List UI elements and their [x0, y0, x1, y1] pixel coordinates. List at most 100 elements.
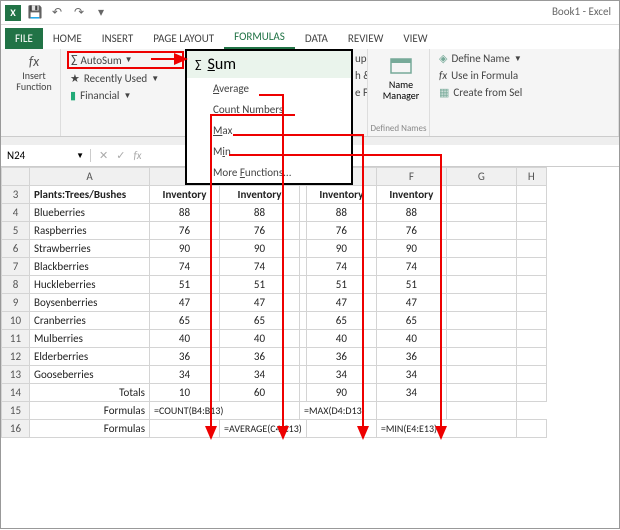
qat-more-button[interactable]: ▾: [93, 5, 109, 21]
autosum-dropdown-average[interactable]: Average: [187, 78, 351, 99]
cell[interactable]: Inventory: [150, 186, 220, 204]
tab-view[interactable]: VIEW: [393, 28, 437, 49]
cell[interactable]: 76: [220, 222, 300, 240]
cell[interactable]: =AVERAGE(C4:C13): [220, 420, 307, 438]
col-header-h[interactable]: H: [516, 168, 546, 186]
cell[interactable]: 34: [376, 366, 446, 384]
financial-button[interactable]: ▮ Financial ▼: [67, 88, 184, 103]
tab-file[interactable]: FILE: [5, 28, 43, 49]
recently-used-button[interactable]: ★ Recently Used ▼: [67, 71, 184, 86]
cell[interactable]: [446, 258, 516, 276]
name-manager-button[interactable]: Name Manager: [374, 51, 428, 101]
cell[interactable]: 88: [306, 204, 376, 222]
cell[interactable]: [516, 384, 546, 402]
cell[interactable]: [446, 384, 516, 402]
cell[interactable]: [299, 258, 306, 276]
cell[interactable]: 36: [376, 348, 446, 366]
cell[interactable]: [299, 384, 306, 402]
cell[interactable]: [516, 330, 546, 348]
cell[interactable]: 65: [220, 312, 300, 330]
tab-insert[interactable]: INSERT: [92, 28, 144, 49]
cell[interactable]: 90: [306, 384, 376, 402]
cell[interactable]: 74: [376, 258, 446, 276]
autosum-dropdown-sum[interactable]: ∑ Sum: [187, 51, 351, 78]
autosum-dropdown-min[interactable]: Min: [187, 141, 351, 162]
worksheet[interactable]: A E F G H 3Plants:Trees/BushesInventoryI…: [1, 167, 619, 438]
cell[interactable]: 10: [150, 384, 220, 402]
cell[interactable]: [516, 294, 546, 312]
cell[interactable]: Blackberries: [30, 258, 150, 276]
cell[interactable]: 90: [306, 240, 376, 258]
cell[interactable]: Inventory: [306, 186, 376, 204]
col-header-f[interactable]: F: [376, 168, 446, 186]
cell[interactable]: [446, 240, 516, 258]
tab-data[interactable]: DATA: [295, 28, 338, 49]
cell[interactable]: 65: [306, 312, 376, 330]
row-header[interactable]: 9: [2, 294, 30, 312]
cell[interactable]: [306, 420, 376, 438]
cell[interactable]: 51: [376, 276, 446, 294]
row-header[interactable]: 16: [2, 420, 30, 438]
cell[interactable]: 90: [220, 240, 300, 258]
cell[interactable]: [516, 366, 546, 384]
cell[interactable]: Cranberries: [30, 312, 150, 330]
cell[interactable]: 47: [220, 294, 300, 312]
cell[interactable]: [446, 222, 516, 240]
cell[interactable]: [446, 204, 516, 222]
tab-review[interactable]: REVIEW: [338, 28, 394, 49]
cell[interactable]: Boysenberries: [30, 294, 150, 312]
cell[interactable]: [446, 312, 516, 330]
define-name-button[interactable]: ◈ Define Name▼: [436, 51, 612, 66]
use-in-formula-button[interactable]: fx Use in Formula: [436, 68, 612, 83]
row-header[interactable]: 7: [2, 258, 30, 276]
cell[interactable]: [299, 330, 306, 348]
row-header[interactable]: 10: [2, 312, 30, 330]
cell[interactable]: Formulas: [30, 402, 150, 420]
cell[interactable]: [516, 222, 546, 240]
row-header[interactable]: 11: [2, 330, 30, 348]
cell[interactable]: 88: [220, 204, 300, 222]
cell[interactable]: 51: [220, 276, 300, 294]
cell[interactable]: [299, 348, 306, 366]
row-header[interactable]: 15: [2, 402, 30, 420]
row-header[interactable]: 6: [2, 240, 30, 258]
cell[interactable]: 34: [220, 366, 300, 384]
cell[interactable]: 40: [220, 330, 300, 348]
cell[interactable]: [299, 186, 306, 204]
cell[interactable]: Elderberries: [30, 348, 150, 366]
cell[interactable]: 65: [150, 312, 220, 330]
cell[interactable]: [446, 366, 516, 384]
cell[interactable]: [299, 240, 306, 258]
enter-icon[interactable]: ✓: [116, 149, 125, 162]
cell[interactable]: [516, 186, 546, 204]
row-header[interactable]: 5: [2, 222, 30, 240]
cell[interactable]: [150, 420, 220, 438]
cell[interactable]: 36: [220, 348, 300, 366]
cell[interactable]: Inventory: [220, 186, 300, 204]
cell[interactable]: [516, 420, 546, 438]
col-header-g[interactable]: G: [446, 168, 516, 186]
cell[interactable]: 34: [150, 366, 220, 384]
cell[interactable]: Formulas: [30, 420, 150, 438]
row-header[interactable]: 3: [2, 186, 30, 204]
cell[interactable]: [516, 312, 546, 330]
row-header[interactable]: 13: [2, 366, 30, 384]
cell[interactable]: [299, 312, 306, 330]
cell[interactable]: 36: [306, 348, 376, 366]
cell[interactable]: [299, 222, 306, 240]
cell[interactable]: [376, 402, 446, 420]
name-box[interactable]: N24 ▼: [1, 149, 91, 162]
row-header[interactable]: 12: [2, 348, 30, 366]
tab-home[interactable]: HOME: [43, 28, 92, 49]
cell[interactable]: 74: [150, 258, 220, 276]
insert-function-button[interactable]: fx Insert Function: [7, 51, 61, 94]
col-header-a[interactable]: A: [30, 168, 150, 186]
undo-button[interactable]: ↶: [49, 5, 65, 21]
cell[interactable]: Inventory: [376, 186, 446, 204]
cell[interactable]: 76: [306, 222, 376, 240]
cell[interactable]: 34: [376, 384, 446, 402]
cell[interactable]: 47: [376, 294, 446, 312]
row-header[interactable]: 14: [2, 384, 30, 402]
fx-icon[interactable]: fx: [133, 149, 141, 162]
cell[interactable]: [516, 258, 546, 276]
